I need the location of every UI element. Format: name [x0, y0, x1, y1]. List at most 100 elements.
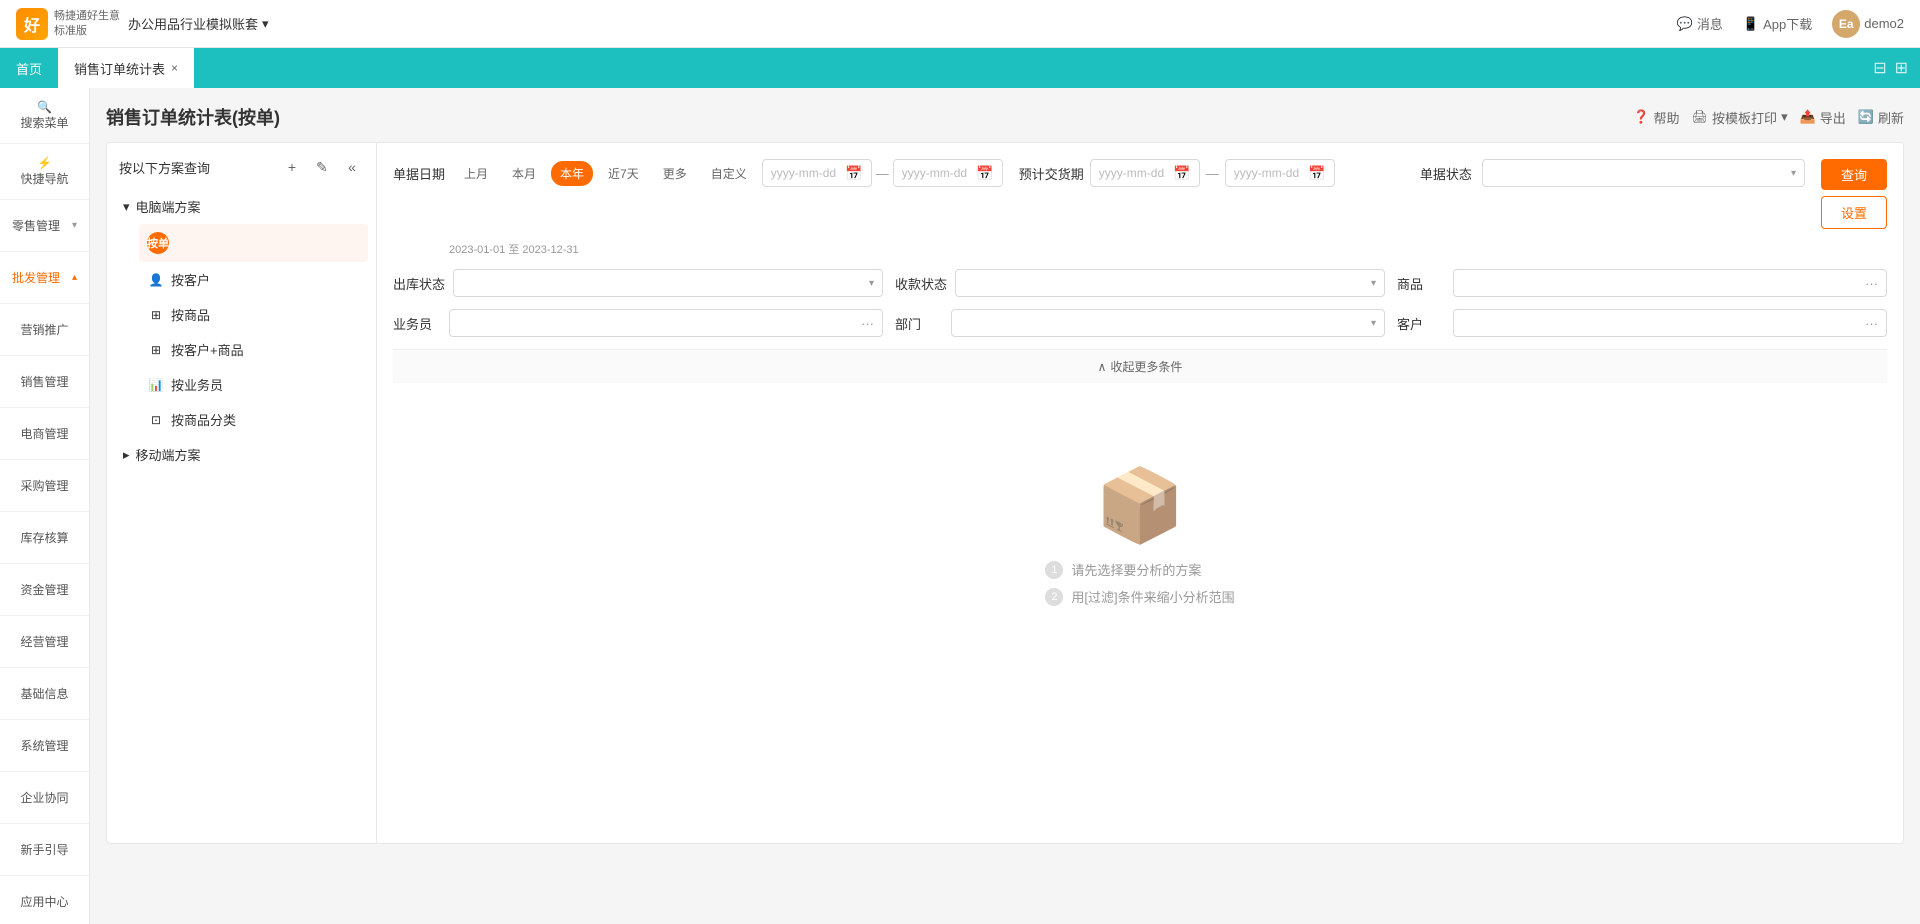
- tab-minimize-icon[interactable]: ⊟: [1873, 58, 1886, 78]
- sidebar-item-inventory[interactable]: 库存核算: [0, 512, 89, 564]
- tab-expand-icon[interactable]: ⊞: [1895, 58, 1908, 78]
- help-label: 帮助: [1654, 108, 1680, 127]
- customer-dots-icon: ···: [1865, 316, 1878, 331]
- date-start-input[interactable]: yyyy-mm-dd 📅: [762, 159, 872, 187]
- sidebar-item-operations[interactable]: 经营管理: [0, 616, 89, 668]
- sidebar-item-basic[interactable]: 基础信息: [0, 668, 89, 720]
- product-icon: ⊞: [147, 306, 165, 324]
- collapse-panel-button[interactable]: «: [340, 155, 364, 179]
- product-input[interactable]: ···: [1453, 269, 1887, 297]
- sidebar-item-enterprise[interactable]: 企业协同: [0, 772, 89, 824]
- department-cell: 部门 ▾: [895, 309, 1385, 337]
- query-button[interactable]: 查询: [1821, 159, 1887, 190]
- expected-date-start-input[interactable]: yyyy-mm-dd 📅: [1090, 159, 1200, 187]
- app-download-action[interactable]: 📱 App下载: [1743, 14, 1812, 33]
- logo-icon: 好: [16, 8, 48, 40]
- topbar: 好 畅捷通好生意 标准版 办公用品行业模拟账套 ▾ 💬 消息 📱 App下载 E…: [0, 0, 1920, 48]
- scheme-tree: ▾ 电脑端方案 按单 👤: [107, 189, 376, 472]
- collapse-bar[interactable]: ∧ 收起更多条件: [393, 349, 1887, 383]
- app-title-dropdown[interactable]: 办公用品行业模拟账套 ▾: [128, 14, 269, 33]
- scheme-item-by-salesperson[interactable]: 📊 按业务员: [139, 367, 368, 402]
- sidebar-item-sales[interactable]: 销售管理: [0, 356, 89, 408]
- scheme-item-by-customer-product[interactable]: ⊞ 按客户+商品: [139, 332, 368, 367]
- sidebar-item-newbie[interactable]: 新手引导: [0, 824, 89, 876]
- tab-home[interactable]: 首页: [0, 48, 58, 88]
- filter-row-2: 出库状态 ▾ 收款状态 ▾: [393, 269, 1887, 297]
- add-scheme-button[interactable]: +: [280, 155, 304, 179]
- sidebar-item-finance[interactable]: 资金管理: [0, 564, 89, 616]
- customer-icon: 👤: [147, 271, 165, 289]
- salesperson-input[interactable]: ···: [449, 309, 883, 337]
- tab-close-icon[interactable]: ×: [171, 61, 178, 75]
- help-button[interactable]: ❓ 帮助: [1633, 108, 1679, 127]
- sidebar-item-retail[interactable]: 零售管理 ▾: [0, 200, 89, 252]
- product-dots-icon: ···: [1865, 276, 1878, 291]
- export-button[interactable]: 📤 导出: [1800, 108, 1846, 127]
- doc-status-arrow-icon: ▾: [1791, 168, 1796, 179]
- customer-label: 客户: [1397, 314, 1445, 333]
- edit-scheme-button[interactable]: ✎: [310, 155, 334, 179]
- sidebar-item-purchase[interactable]: 采购管理: [0, 460, 89, 512]
- sidebar-item-search[interactable]: 🔍 搜索菜单: [0, 88, 89, 144]
- date-start-calendar-icon: 📅: [845, 165, 862, 182]
- date-end-input[interactable]: yyyy-mm-dd 📅: [893, 159, 1003, 187]
- scheme-item-by-order[interactable]: 按单: [139, 224, 368, 262]
- date-input-group: yyyy-mm-dd 📅 — yyyy-mm-dd 📅: [762, 159, 1003, 187]
- logo-text: 畅捷通好生意 标准版: [54, 9, 120, 38]
- doc-status-label: 单据状态: [1420, 164, 1476, 183]
- scheme-item-by-product-cat[interactable]: ⊡ 按商品分类: [139, 402, 368, 437]
- customer-input[interactable]: ···: [1453, 309, 1887, 337]
- export-label: 导出: [1820, 108, 1846, 127]
- sidebar-item-quick-nav[interactable]: ⚡ 快捷导航: [0, 144, 89, 200]
- date-custom-btn[interactable]: 自定义: [702, 161, 756, 186]
- message-icon: 💬: [1677, 16, 1693, 32]
- step-2-num: 2: [1045, 588, 1063, 606]
- topbar-right: 💬 消息 📱 App下载 Ea demo2: [1677, 10, 1904, 38]
- tab-sales-order[interactable]: 销售订单统计表 ×: [58, 48, 194, 88]
- step-1-text: 请先选择要分析的方案: [1071, 560, 1201, 579]
- payment-status-select[interactable]: ▾: [955, 269, 1385, 297]
- sidebar-item-app-center[interactable]: 应用中心: [0, 876, 89, 924]
- sidebar-item-label-newbie: 新手引导: [20, 841, 68, 858]
- doc-status-select[interactable]: ▾: [1482, 159, 1805, 187]
- sidebar-item-wholesale[interactable]: 批发管理 ▴: [0, 252, 89, 304]
- sidebar-item-ecommerce[interactable]: 电商管理: [0, 408, 89, 460]
- date-prev-month-btn[interactable]: 上月: [455, 161, 497, 186]
- date-last7-btn[interactable]: 近7天: [599, 161, 648, 186]
- date-more-btn[interactable]: 更多: [654, 161, 696, 186]
- date-this-month-btn[interactable]: 本月: [503, 161, 545, 186]
- user-action[interactable]: Ea demo2: [1832, 10, 1904, 38]
- logo[interactable]: 好 畅捷通好生意 标准版: [16, 8, 120, 40]
- message-action[interactable]: 💬 消息: [1677, 14, 1723, 33]
- sidebar-item-label-marketing: 营销推广: [20, 321, 68, 338]
- scheme-item-by-product[interactable]: ⊞ 按商品: [139, 297, 368, 332]
- topbar-left: 好 畅捷通好生意 标准版 办公用品行业模拟账套 ▾: [16, 8, 269, 40]
- empty-steps: 1 请先选择要分析的方案 2 用[过滤]条件来缩小分析范围: [1045, 560, 1234, 614]
- app-download-icon: 📱: [1743, 16, 1759, 32]
- print-label: 按模板打印: [1712, 108, 1777, 127]
- delivery-status-select[interactable]: ▾: [453, 269, 883, 297]
- scheme-group-pc-label: 电脑端方案: [136, 197, 201, 216]
- scheme-item-by-customer[interactable]: 👤 按客户: [139, 262, 368, 297]
- sidebar-item-marketing[interactable]: 营销推广: [0, 304, 89, 356]
- date-this-year-btn[interactable]: 本年: [551, 161, 593, 186]
- department-select[interactable]: ▾: [951, 309, 1385, 337]
- group-expand-icon: ▾: [123, 199, 130, 215]
- customer-product-icon: ⊞: [147, 341, 165, 359]
- product-cell: 商品 ···: [1397, 269, 1887, 297]
- empty-state: 📦 1 请先选择要分析的方案 2 用[过滤]条件来缩小分析范围: [393, 383, 1887, 694]
- sidebar: 🔍 搜索菜单 ⚡ 快捷导航 零售管理 ▾ 批发管理 ▴ 营销推广 销售管理 电商…: [0, 88, 90, 924]
- scheme-group-pc-header[interactable]: ▾ 电脑端方案: [115, 189, 368, 224]
- selected-dot: 按单: [147, 232, 169, 254]
- settings-button[interactable]: 设置: [1821, 196, 1887, 229]
- refresh-button[interactable]: 🔄 刷新: [1858, 108, 1904, 127]
- pc-scheme-items: 按单 👤 按客户 ⊞ 按商品: [115, 224, 368, 437]
- sidebar-item-label-operations: 经营管理: [20, 633, 68, 650]
- sidebar-item-system[interactable]: 系统管理: [0, 720, 89, 772]
- print-button[interactable]: 🖨 按模板打印 ▾: [1692, 108, 1788, 127]
- expected-date-start-placeholder: yyyy-mm-dd: [1099, 166, 1164, 180]
- left-panel-actions: + ✎ «: [280, 155, 364, 179]
- expected-date-end-input[interactable]: yyyy-mm-dd 📅: [1225, 159, 1335, 187]
- scheme-group-mobile-header[interactable]: ▸ 移动端方案: [115, 437, 368, 472]
- sidebar-item-label-wholesale: 批发管理: [12, 269, 60, 286]
